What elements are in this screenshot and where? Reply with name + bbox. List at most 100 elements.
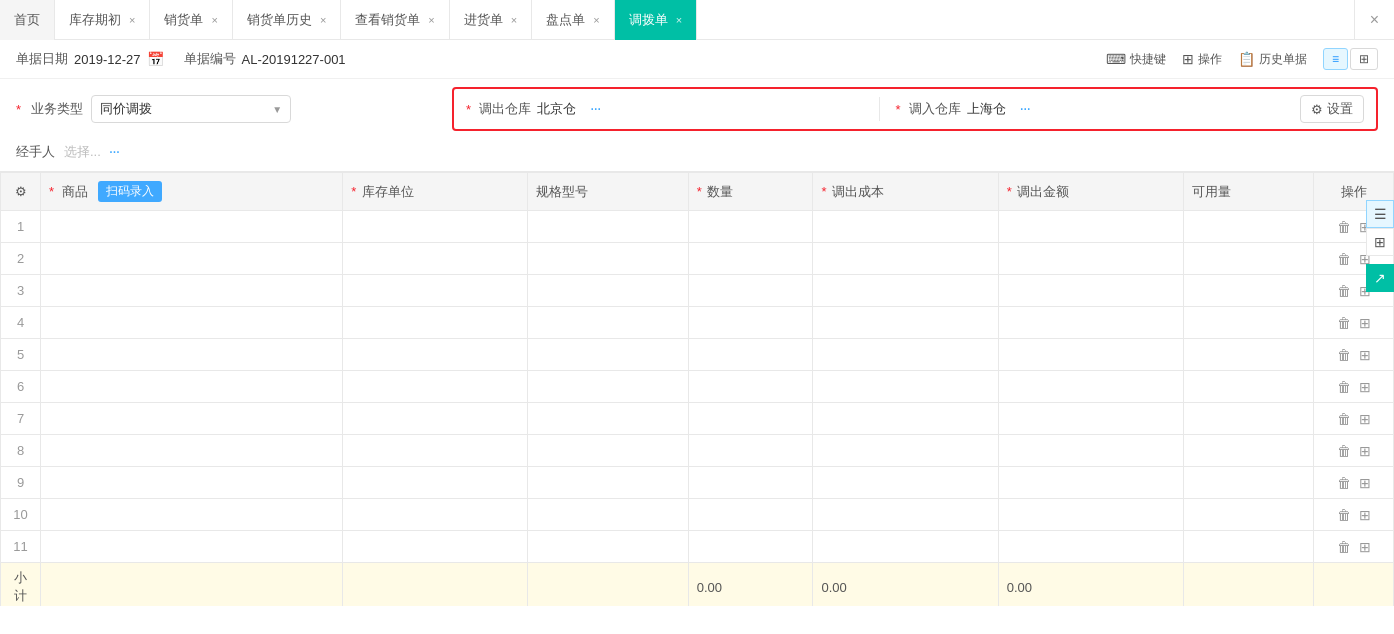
row-5-amount[interactable] — [998, 339, 1183, 371]
row-4-cost[interactable] — [813, 307, 998, 339]
grid-view-button[interactable]: ⊞ — [1366, 228, 1394, 256]
row-3-cost[interactable] — [813, 275, 998, 307]
copy-row-9-icon[interactable]: ⊞ — [1359, 475, 1371, 491]
row-11-cost[interactable] — [813, 531, 998, 563]
row-10-cost[interactable] — [813, 499, 998, 531]
row-11-spec[interactable] — [528, 531, 688, 563]
row-5-qty[interactable] — [688, 339, 813, 371]
tab-inventory-init-close[interactable]: × — [129, 14, 135, 26]
row-11-amount[interactable] — [998, 531, 1183, 563]
row-5-unit[interactable] — [343, 339, 528, 371]
row-7-qty[interactable] — [688, 403, 813, 435]
history-button[interactable]: 📋 历史单据 — [1238, 51, 1307, 68]
layout-btn-1[interactable]: ≡ — [1323, 48, 1348, 70]
row-4-product[interactable] — [41, 307, 343, 339]
delete-row-5-icon[interactable]: 🗑 — [1337, 347, 1351, 363]
row-8-unit[interactable] — [343, 435, 528, 467]
row-4-spec[interactable] — [528, 307, 688, 339]
in-warehouse-more-icon[interactable]: ··· — [1020, 100, 1030, 118]
tab-inventory-check-close[interactable]: × — [593, 14, 599, 26]
row-1-spec[interactable] — [528, 211, 688, 243]
row-11-unit[interactable] — [343, 531, 528, 563]
row-3-amount[interactable] — [998, 275, 1183, 307]
row-11-qty[interactable] — [688, 531, 813, 563]
delete-row-4-icon[interactable]: 🗑 — [1337, 315, 1351, 331]
row-8-qty[interactable] — [688, 435, 813, 467]
row-10-product[interactable] — [41, 499, 343, 531]
tab-inventory-init[interactable]: 库存期初 × — [55, 0, 150, 40]
delete-row-9-icon[interactable]: 🗑 — [1337, 475, 1351, 491]
row-7-product[interactable] — [41, 403, 343, 435]
row-2-amount[interactable] — [998, 243, 1183, 275]
expand-button[interactable]: ↗ — [1366, 264, 1394, 292]
delete-row-11-icon[interactable]: 🗑 — [1337, 539, 1351, 555]
business-type-select[interactable]: 同价调拨 ▼ — [91, 95, 291, 123]
row-5-product[interactable] — [41, 339, 343, 371]
row-9-cost[interactable] — [813, 467, 998, 499]
row-6-product[interactable] — [41, 371, 343, 403]
copy-row-10-icon[interactable]: ⊞ — [1359, 507, 1371, 523]
calendar-icon[interactable]: 📅 — [147, 51, 164, 67]
row-10-amount[interactable] — [998, 499, 1183, 531]
operation-button[interactable]: ⊞ 操作 — [1182, 51, 1222, 68]
tab-transfer-order[interactable]: 调拨单 × — [615, 0, 697, 40]
row-8-amount[interactable] — [998, 435, 1183, 467]
row-8-spec[interactable] — [528, 435, 688, 467]
row-10-unit[interactable] — [343, 499, 528, 531]
tab-inventory-check[interactable]: 盘点单 × — [532, 0, 614, 40]
tab-sales-order-close[interactable]: × — [211, 14, 217, 26]
scan-barcode-button[interactable]: 扫码录入 — [98, 181, 162, 202]
tab-purchase-order-close[interactable]: × — [511, 14, 517, 26]
handler-more-icon[interactable]: ··· — [109, 143, 119, 161]
shortcut-button[interactable]: ⌨ 快捷键 — [1106, 51, 1166, 68]
delete-row-6-icon[interactable]: 🗑 — [1337, 379, 1351, 395]
close-all-tabs-button[interactable]: × — [1354, 0, 1394, 40]
delete-row-1-icon[interactable]: 🗑 — [1337, 219, 1351, 235]
layout-btn-2[interactable]: ⊞ — [1350, 48, 1378, 70]
delete-row-2-icon[interactable]: 🗑 — [1337, 251, 1351, 267]
tab-sales-order[interactable]: 销货单 × — [150, 0, 232, 40]
tab-purchase-order[interactable]: 进货单 × — [450, 0, 532, 40]
copy-row-11-icon[interactable]: ⊞ — [1359, 539, 1371, 555]
row-4-qty[interactable] — [688, 307, 813, 339]
row-3-qty[interactable] — [688, 275, 813, 307]
row-9-spec[interactable] — [528, 467, 688, 499]
row-2-cost[interactable] — [813, 243, 998, 275]
tab-view-sales-close[interactable]: × — [428, 14, 434, 26]
row-1-cost[interactable] — [813, 211, 998, 243]
row-4-amount[interactable] — [998, 307, 1183, 339]
row-1-unit[interactable] — [343, 211, 528, 243]
row-8-product[interactable] — [41, 435, 343, 467]
handler-select[interactable]: 选择... — [64, 143, 101, 161]
row-7-unit[interactable] — [343, 403, 528, 435]
row-6-unit[interactable] — [343, 371, 528, 403]
row-9-unit[interactable] — [343, 467, 528, 499]
row-2-product[interactable] — [41, 243, 343, 275]
tab-transfer-order-close[interactable]: × — [676, 14, 682, 26]
row-2-spec[interactable] — [528, 243, 688, 275]
tab-view-sales[interactable]: 查看销货单 × — [341, 0, 449, 40]
row-9-product[interactable] — [41, 467, 343, 499]
row-4-unit[interactable] — [343, 307, 528, 339]
row-6-spec[interactable] — [528, 371, 688, 403]
copy-row-6-icon[interactable]: ⊞ — [1359, 379, 1371, 395]
row-6-qty[interactable] — [688, 371, 813, 403]
copy-row-8-icon[interactable]: ⊞ — [1359, 443, 1371, 459]
tab-sales-history[interactable]: 销货单历史 × — [233, 0, 341, 40]
row-6-cost[interactable] — [813, 371, 998, 403]
delete-row-8-icon[interactable]: 🗑 — [1337, 443, 1351, 459]
row-2-unit[interactable] — [343, 243, 528, 275]
row-5-spec[interactable] — [528, 339, 688, 371]
row-2-qty[interactable] — [688, 243, 813, 275]
row-8-cost[interactable] — [813, 435, 998, 467]
delete-row-10-icon[interactable]: 🗑 — [1337, 507, 1351, 523]
copy-row-5-icon[interactable]: ⊞ — [1359, 347, 1371, 363]
copy-row-7-icon[interactable]: ⊞ — [1359, 411, 1371, 427]
th-gear[interactable]: ⚙ — [1, 173, 41, 211]
row-5-cost[interactable] — [813, 339, 998, 371]
delete-row-3-icon[interactable]: 🗑 — [1337, 283, 1351, 299]
row-6-amount[interactable] — [998, 371, 1183, 403]
row-9-qty[interactable] — [688, 467, 813, 499]
row-3-product[interactable] — [41, 275, 343, 307]
copy-row-4-icon[interactable]: ⊞ — [1359, 315, 1371, 331]
